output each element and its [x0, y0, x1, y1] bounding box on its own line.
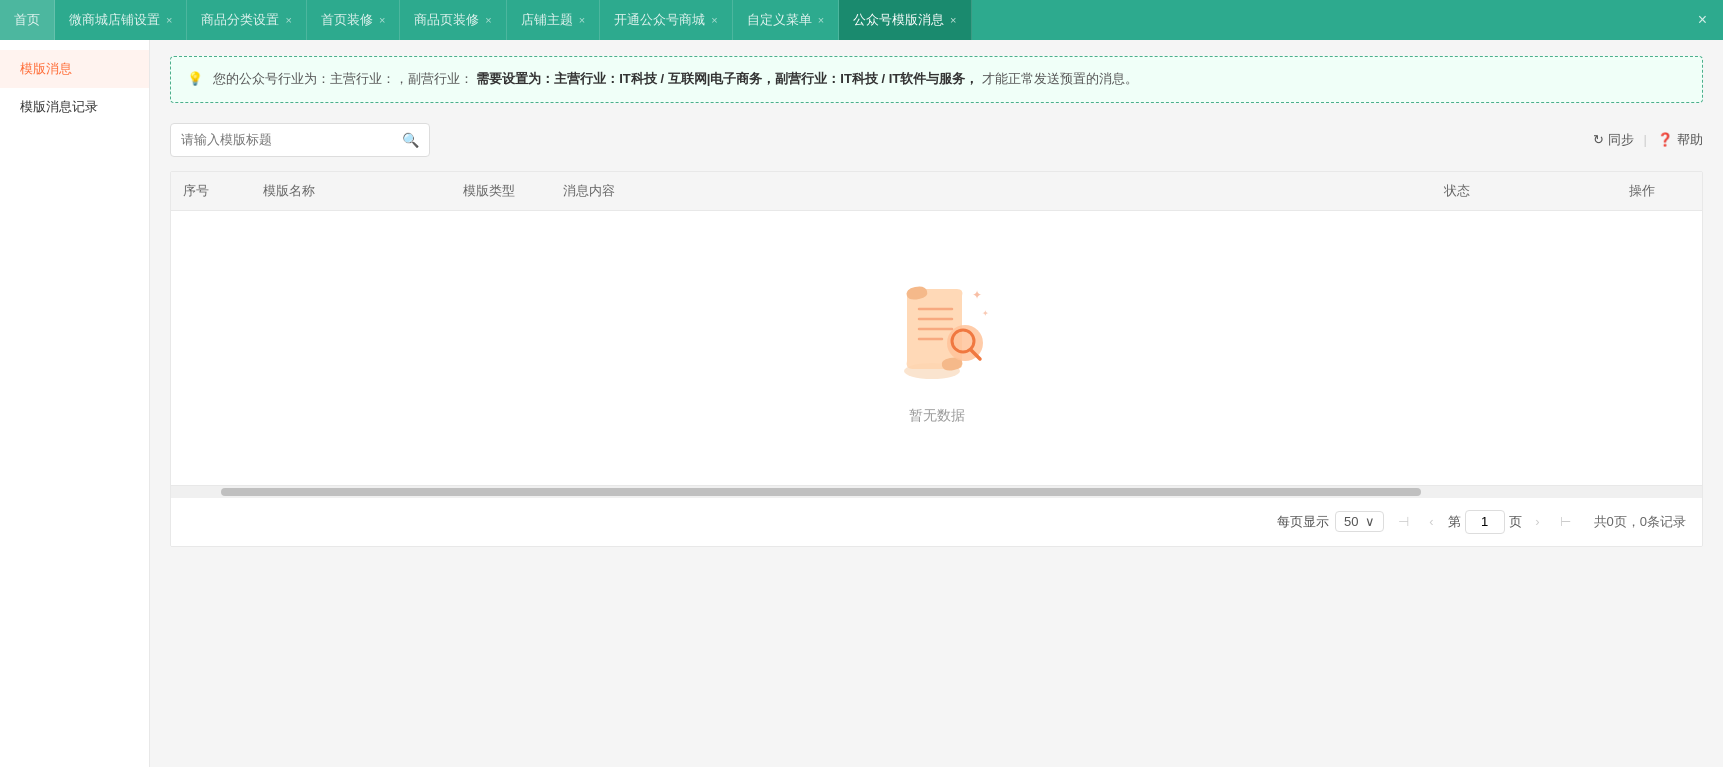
tab-shop-theme-label: 店铺主题 [521, 11, 573, 29]
search-input[interactable] [181, 132, 402, 147]
notice-suffix: 才能正常发送预置的消息。 [982, 71, 1138, 86]
sidebar: 模版消息 模版消息记录 [0, 40, 150, 767]
tab-product-decor-label: 商品页装修 [414, 11, 479, 29]
search-actions: ↻ 同步 | ❓ 帮助 [1593, 131, 1703, 149]
col-header-action: 操作 [1582, 172, 1702, 210]
page-next-button[interactable]: › [1526, 510, 1550, 534]
close-tab-shop-settings[interactable]: × [166, 14, 172, 26]
tab-template-msg-label: 公众号模版消息 [853, 11, 944, 29]
page-input-wrap: 第 页 [1448, 510, 1522, 534]
empty-state: ✦ ✦ 暂无数据 [171, 211, 1702, 485]
chevron-down-icon: ∨ [1365, 514, 1375, 529]
notice-prefix: 您的公众号行业为：主营行业：，副营行业： [213, 71, 473, 86]
table-header: 序号 模版名称 模版类型 消息内容 状态 操作 [171, 172, 1702, 211]
divider: | [1644, 132, 1647, 147]
search-bar: 🔍 ↻ 同步 | ❓ 帮助 [170, 123, 1703, 157]
search-input-wrap[interactable]: 🔍 [170, 123, 430, 157]
col-header-name: 模版名称 [251, 172, 451, 210]
tab-product-decor[interactable]: 商品页装修 × [400, 0, 506, 40]
close-tab-product-decor[interactable]: × [485, 14, 491, 26]
page-size-select: 每页显示 50 ∨ [1277, 511, 1383, 532]
close-tab-shop-theme[interactable]: × [579, 14, 585, 26]
sync-icon: ↻ [1593, 132, 1604, 147]
page-unit-label: 页 [1509, 513, 1522, 531]
page-size-label: 每页显示 [1277, 513, 1329, 531]
pagination: 每页显示 50 ∨ ⊣ ‹ 第 页 › ⊢ [171, 497, 1702, 546]
sidebar-item-template-msg[interactable]: 模版消息 [0, 50, 149, 88]
top-navigation: 首页 微商城店铺设置 × 商品分类设置 × 首页装修 × 商品页装修 × 店铺主… [0, 0, 1723, 40]
sidebar-item-template-msg-label: 模版消息 [20, 61, 72, 76]
sidebar-item-template-msg-log-label: 模版消息记录 [20, 99, 98, 114]
tab-custom-menu[interactable]: 自定义菜单 × [733, 0, 839, 40]
col-header-status: 状态 [1432, 172, 1582, 210]
tab-home-decor-label: 首页装修 [321, 11, 373, 29]
sync-label: 同步 [1608, 131, 1634, 149]
page-prefix-label: 第 [1448, 513, 1461, 531]
page-last-button[interactable]: ⊢ [1554, 510, 1578, 534]
tab-home-decor[interactable]: 首页装修 × [307, 0, 400, 40]
col-header-content: 消息内容 [551, 172, 1432, 210]
tab-template-msg[interactable]: 公众号模版消息 × [839, 0, 971, 40]
horizontal-scrollbar[interactable] [171, 485, 1702, 497]
data-table: 序号 模版名称 模版类型 消息内容 状态 操作 [170, 171, 1703, 547]
help-label: 帮助 [1677, 131, 1703, 149]
page-size-value: 50 [1344, 514, 1358, 529]
main-layout: 模版消息 模版消息记录 💡 您的公众号行业为：主营行业：，副营行业： 需要设置为… [0, 40, 1723, 767]
tab-home-label: 首页 [14, 11, 40, 29]
page-prev-button[interactable]: ‹ [1420, 510, 1444, 534]
tab-category-settings[interactable]: 商品分类设置 × [187, 0, 306, 40]
tab-shop-settings-label: 微商城店铺设置 [69, 11, 160, 29]
help-button[interactable]: ❓ 帮助 [1657, 131, 1703, 149]
notice-banner: 💡 您的公众号行业为：主营行业：，副营行业： 需要设置为：主营行业：IT科技 /… [170, 56, 1703, 103]
empty-illustration: ✦ ✦ [877, 271, 997, 391]
tab-category-settings-label: 商品分类设置 [201, 11, 279, 29]
page-first-button[interactable]: ⊣ [1392, 510, 1416, 534]
page-size-dropdown[interactable]: 50 ∨ [1335, 511, 1383, 532]
svg-text:✦: ✦ [972, 288, 982, 302]
notice-highlight: 需要设置为：主营行业：IT科技 / 互联网|电子商务，副营行业：IT科技 / I… [476, 71, 978, 86]
bulb-icon: 💡 [187, 71, 203, 86]
search-icon[interactable]: 🔍 [402, 132, 419, 148]
tab-home[interactable]: 首页 [0, 0, 55, 40]
global-close-button[interactable]: × [1682, 11, 1723, 29]
total-info: 共0页，0条记录 [1594, 513, 1686, 531]
empty-text: 暂无数据 [909, 407, 965, 425]
close-tab-home-decor[interactable]: × [379, 14, 385, 26]
close-tab-open-mall[interactable]: × [711, 14, 717, 26]
col-header-seq: 序号 [171, 172, 251, 210]
sidebar-item-template-msg-log[interactable]: 模版消息记录 [0, 88, 149, 126]
scrollbar-thumb[interactable] [221, 488, 1421, 496]
col-header-type: 模版类型 [451, 172, 551, 210]
tab-shop-theme[interactable]: 店铺主题 × [507, 0, 600, 40]
page-number-input[interactable] [1465, 510, 1505, 534]
main-content: 💡 您的公众号行业为：主营行业：，副营行业： 需要设置为：主营行业：IT科技 /… [150, 40, 1723, 767]
sync-button[interactable]: ↻ 同步 [1593, 131, 1634, 149]
tab-custom-menu-label: 自定义菜单 [747, 11, 812, 29]
svg-text:✦: ✦ [982, 309, 989, 318]
tab-open-mall[interactable]: 开通公众号商城 × [600, 0, 732, 40]
tab-shop-settings[interactable]: 微商城店铺设置 × [55, 0, 187, 40]
tab-open-mall-label: 开通公众号商城 [614, 11, 705, 29]
close-tab-category-settings[interactable]: × [285, 14, 291, 26]
close-tab-template-msg[interactable]: × [950, 14, 956, 26]
page-navigation: ⊣ ‹ 第 页 › ⊢ [1392, 510, 1578, 534]
empty-icon: ✦ ✦ [877, 271, 997, 391]
help-icon: ❓ [1657, 132, 1673, 147]
close-tab-custom-menu[interactable]: × [818, 14, 824, 26]
